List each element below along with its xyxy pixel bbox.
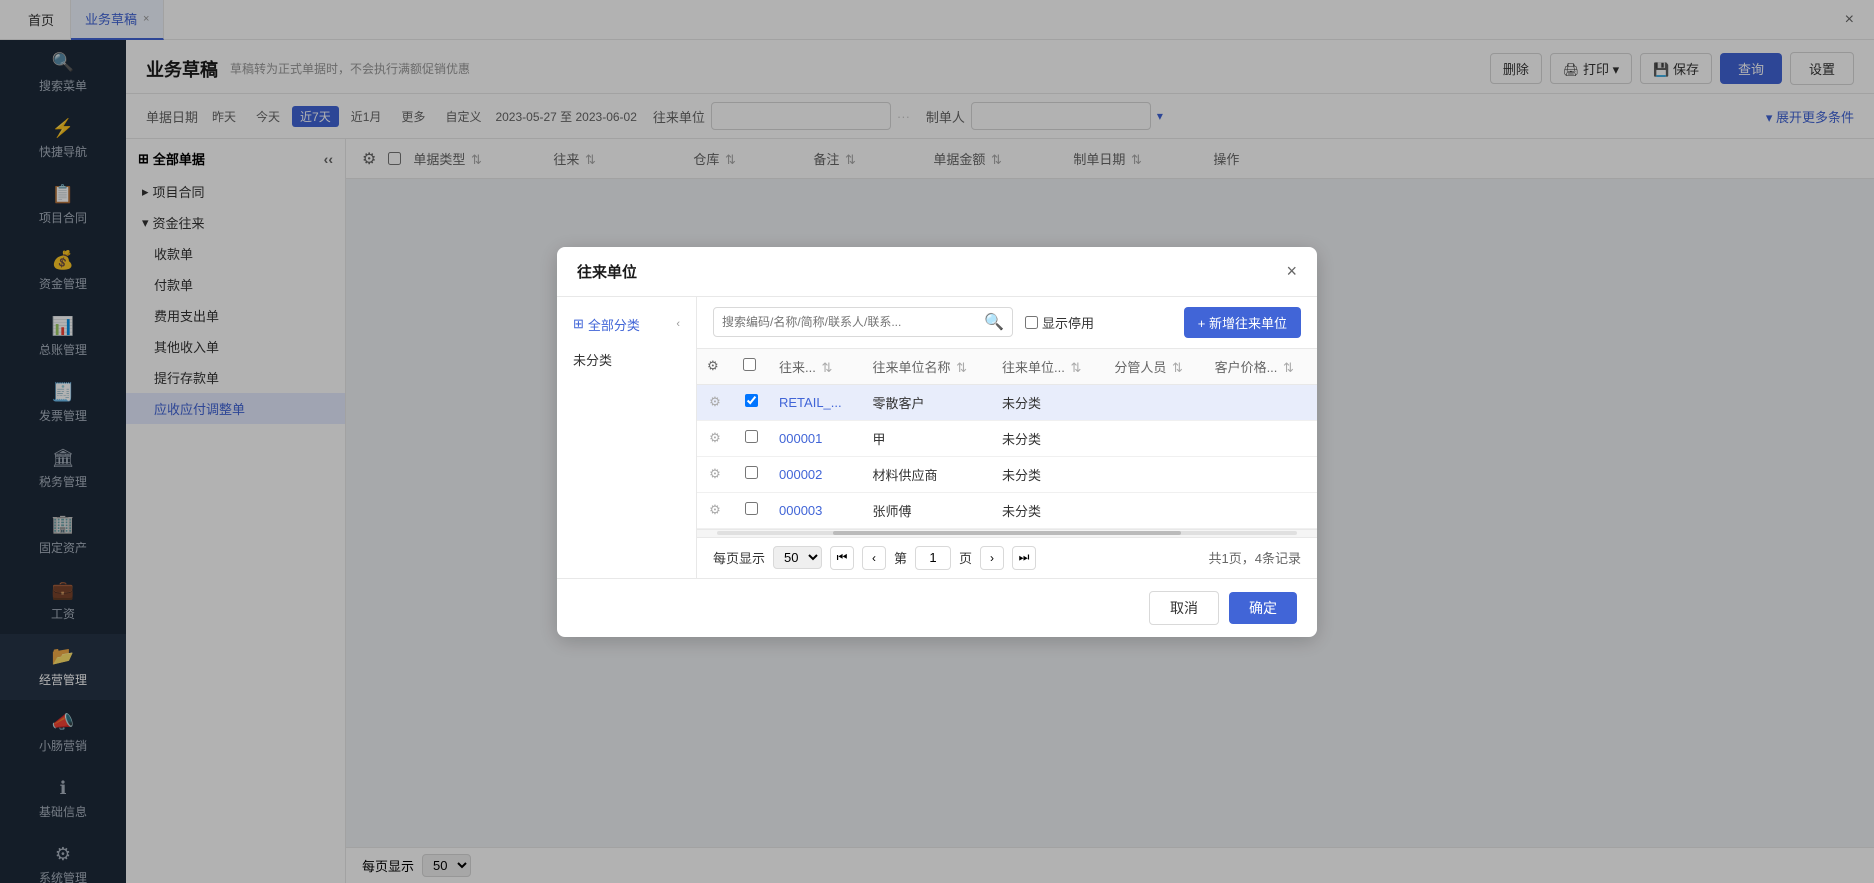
row-checkbox-cell[interactable] <box>733 492 769 528</box>
total-info: 共1页，4条记录 <box>1209 548 1301 567</box>
page-number-input[interactable] <box>915 546 951 570</box>
modal-header: 往来单位 × <box>557 247 1317 297</box>
row-salesperson-cell <box>1104 384 1204 420</box>
row-checkbox-cell[interactable] <box>733 420 769 456</box>
prev-page-button[interactable]: ‹ <box>862 546 886 570</box>
row-code-cell: 000003 <box>769 492 862 528</box>
table-row[interactable]: ⚙ 000001 甲 未分类 <box>697 420 1317 456</box>
page-unit: 页 <box>959 548 972 567</box>
col-salesperson-header: 分管人员 ⇅ <box>1104 349 1204 385</box>
show-disabled-label[interactable]: 显示停用 <box>1025 313 1094 332</box>
col-code-header: 往来... ⇅ <box>769 349 862 385</box>
modal-sidebar-collapse-icon[interactable]: ‹ <box>676 318 680 330</box>
row-name-cell: 甲 <box>862 420 992 456</box>
modal-content: 🔍 显示停用 + 新增往来单位 ⚙ <box>697 297 1317 578</box>
row-settings-icon: ⚙ <box>697 420 733 456</box>
row-name-cell: 零散客户 <box>862 384 992 420</box>
row-checkbox-cell[interactable] <box>733 384 769 420</box>
row-code-cell: RETAIL_... <box>769 384 862 420</box>
row-price-cell <box>1205 420 1317 456</box>
modal-footer-bar: 每页显示 50 ⏮ ‹ 第 页 › ⏭ 共1页，4条记录 <box>697 537 1317 578</box>
row-price-cell <box>1205 456 1317 492</box>
search-input[interactable] <box>722 315 984 329</box>
modal-sidebar-item-uncategorized[interactable]: 未分类 <box>557 342 696 377</box>
modal-overlay[interactable]: 往来单位 × ⊞ 全部分类 ‹ 未分类 <box>0 0 1874 883</box>
row-category-cell: 未分类 <box>992 384 1104 420</box>
row-code-cell: 000002 <box>769 456 862 492</box>
modal-sidebar-header-label: 全部分类 <box>588 315 640 334</box>
row-select-checkbox[interactable] <box>745 430 758 443</box>
modal-table: ⚙ 往来... ⇅ 往来单位名称 ⇅ 往来单位... ⇅ 分管人员 ⇅ 客户价格… <box>697 349 1317 529</box>
row-price-cell <box>1205 492 1317 528</box>
modal-title: 往来单位 <box>577 261 637 282</box>
modal-body: ⊞ 全部分类 ‹ 未分类 🔍 显示停用 <box>557 297 1317 578</box>
modal-sidebar-item-label: 未分类 <box>573 353 612 368</box>
row-category-cell: 未分类 <box>992 420 1104 456</box>
add-partner-button[interactable]: + 新增往来单位 <box>1184 307 1301 338</box>
show-disabled-text: 显示停用 <box>1042 313 1094 332</box>
row-select-checkbox[interactable] <box>745 394 758 407</box>
search-box: 🔍 <box>713 307 1013 337</box>
modal-toolbar: 🔍 显示停用 + 新增往来单位 <box>697 297 1317 349</box>
modal-sidebar: ⊞ 全部分类 ‹ 未分类 <box>557 297 697 578</box>
table-row[interactable]: ⚙ RETAIL_... 零散客户 未分类 <box>697 384 1317 420</box>
table-row[interactable]: ⚙ 000003 张师傅 未分类 <box>697 492 1317 528</box>
row-checkbox-cell[interactable] <box>733 456 769 492</box>
show-disabled-checkbox[interactable] <box>1025 316 1038 329</box>
row-salesperson-cell <box>1104 492 1204 528</box>
modal-table-wrap: ⚙ 往来... ⇅ 往来单位名称 ⇅ 往来单位... ⇅ 分管人员 ⇅ 客户价格… <box>697 349 1317 529</box>
partner-modal: 往来单位 × ⊞ 全部分类 ‹ 未分类 <box>557 247 1317 637</box>
first-page-button[interactable]: ⏮ <box>830 546 854 570</box>
row-salesperson-cell <box>1104 420 1204 456</box>
modal-page-size-select[interactable]: 50 <box>773 546 822 569</box>
modal-scrollbar <box>697 529 1317 537</box>
next-page-button[interactable]: › <box>980 546 1004 570</box>
row-name-cell: 张师傅 <box>862 492 992 528</box>
row-name-cell: 材料供应商 <box>862 456 992 492</box>
row-select-checkbox[interactable] <box>745 466 758 479</box>
scrollbar-thumb <box>833 531 1181 535</box>
modal-close-icon[interactable]: × <box>1286 261 1297 282</box>
search-icon: 🔍 <box>984 312 1004 332</box>
col-name-header: 往来单位名称 ⇅ <box>862 349 992 385</box>
col-settings-header: ⚙ <box>697 349 733 385</box>
table-row[interactable]: ⚙ 000002 材料供应商 未分类 <box>697 456 1317 492</box>
row-select-checkbox[interactable] <box>745 502 758 515</box>
row-settings-icon: ⚙ <box>697 384 733 420</box>
col-price-header: 客户价格... ⇅ <box>1205 349 1317 385</box>
row-settings-icon: ⚙ <box>697 456 733 492</box>
last-page-button[interactable]: ⏭ <box>1012 546 1036 570</box>
cancel-button[interactable]: 取消 <box>1149 591 1219 625</box>
confirm-button[interactable]: 确定 <box>1229 592 1297 624</box>
row-settings-icon: ⚙ <box>697 492 733 528</box>
select-all-modal[interactable] <box>743 358 756 371</box>
modal-sidebar-header[interactable]: ⊞ 全部分类 ‹ <box>557 307 696 342</box>
modal-buttons: 取消 确定 <box>557 578 1317 637</box>
col-check-header <box>733 349 769 385</box>
row-price-cell <box>1205 384 1317 420</box>
row-category-cell: 未分类 <box>992 492 1104 528</box>
page-size-label: 每页显示 <box>713 548 765 567</box>
row-code-cell: 000001 <box>769 420 862 456</box>
row-salesperson-cell <box>1104 456 1204 492</box>
table-header-row: ⚙ 往来... ⇅ 往来单位名称 ⇅ 往来单位... ⇅ 分管人员 ⇅ 客户价格… <box>697 349 1317 385</box>
col-category-header: 往来单位... ⇅ <box>992 349 1104 385</box>
page-label: 第 <box>894 548 907 567</box>
row-category-cell: 未分类 <box>992 456 1104 492</box>
scrollbar-track <box>717 531 1297 535</box>
modal-sidebar-all-icon: ⊞ <box>573 316 584 332</box>
